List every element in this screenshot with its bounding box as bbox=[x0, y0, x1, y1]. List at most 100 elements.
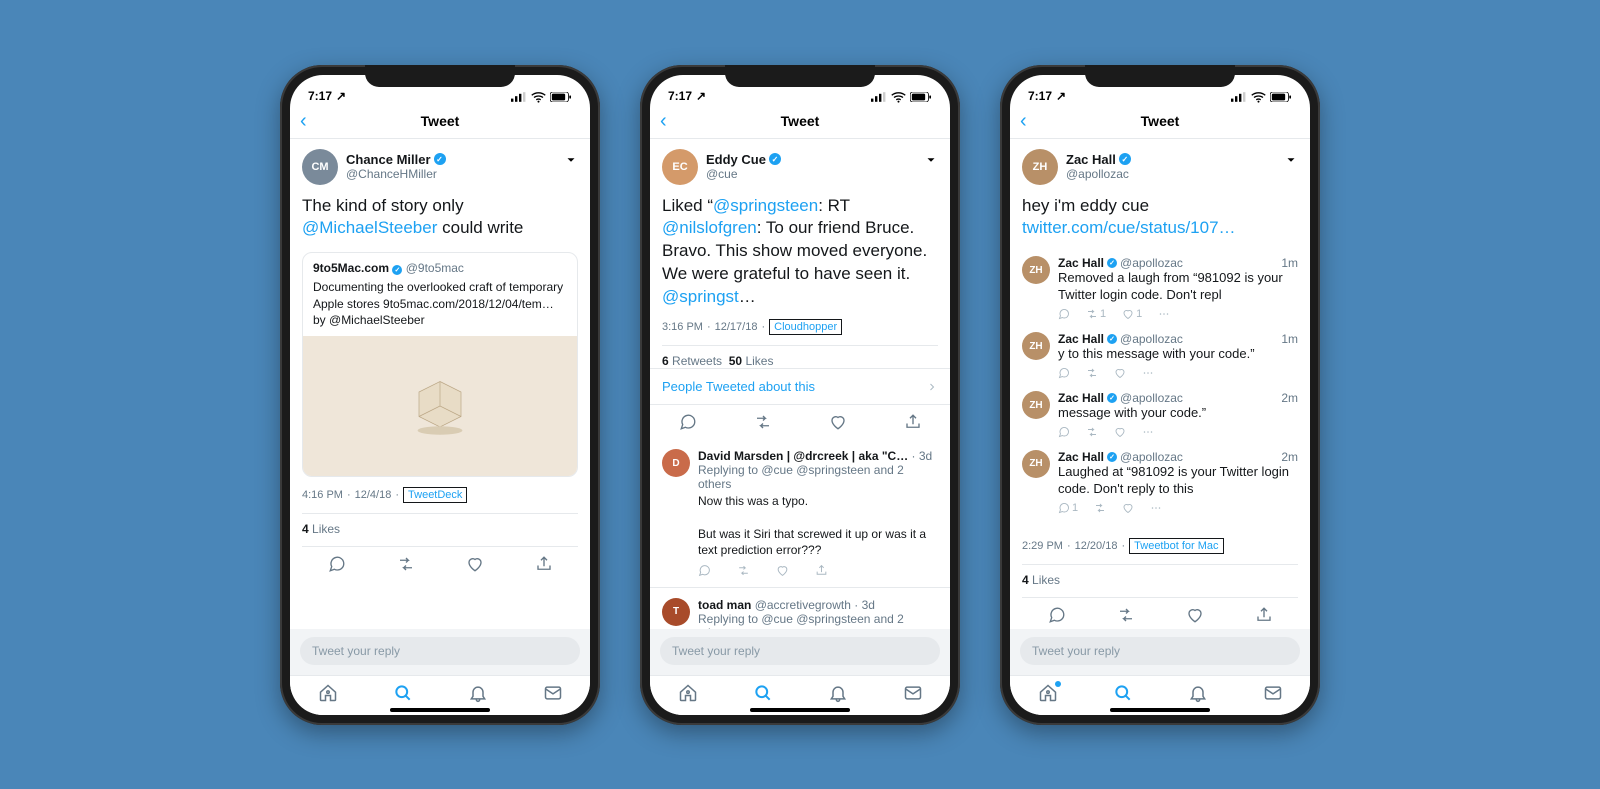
thread-reply[interactable]: ZH Zac Hall✓@apollozac2m message with yo… bbox=[1022, 385, 1298, 444]
reply-input[interactable]: Tweet your reply bbox=[1020, 637, 1300, 665]
verified-badge-icon: ✓ bbox=[769, 153, 781, 165]
retweet-icon[interactable] bbox=[737, 564, 750, 577]
tab-notifications[interactable] bbox=[828, 683, 848, 708]
home-indicator[interactable] bbox=[750, 708, 850, 712]
home-indicator[interactable] bbox=[1110, 708, 1210, 712]
reply-icon[interactable] bbox=[328, 555, 346, 573]
verified-badge-icon: ✓ bbox=[1119, 153, 1131, 165]
thread-reply[interactable]: ZH Zac Hall✓@apollozac1m y to this messa… bbox=[1022, 326, 1298, 385]
mention-link[interactable]: @MichaelSteeber bbox=[302, 218, 437, 237]
quoted-author-name: 9to5Mac.com bbox=[313, 261, 389, 275]
tab-home[interactable] bbox=[1038, 683, 1058, 708]
share-icon[interactable] bbox=[815, 564, 828, 577]
phone-mockup-1: 7:17↗ ‹ Tweet CM Chance Miller✓ @ChanceH… bbox=[280, 65, 600, 725]
tweet-stats[interactable]: 4 Likes bbox=[1022, 573, 1298, 587]
tweet-author[interactable]: EC Eddy Cue✓ @cue bbox=[662, 149, 938, 185]
tab-search[interactable] bbox=[393, 683, 413, 708]
tab-home[interactable] bbox=[678, 683, 698, 708]
mention-link[interactable]: @springst bbox=[662, 287, 739, 306]
tweet-source[interactable]: TweetDeck bbox=[403, 487, 467, 503]
tab-search[interactable] bbox=[753, 683, 773, 708]
retweet-icon[interactable] bbox=[1117, 606, 1135, 624]
url-link[interactable]: twitter.com/cue/status/107… bbox=[1022, 218, 1236, 237]
tab-home[interactable] bbox=[318, 683, 338, 708]
nav-title: Tweet bbox=[1141, 113, 1180, 129]
avatar[interactable]: ZH bbox=[1022, 149, 1058, 185]
tab-messages[interactable] bbox=[903, 683, 923, 708]
signal-icon bbox=[511, 92, 527, 102]
reply-input[interactable]: Tweet your reply bbox=[300, 637, 580, 665]
replying-to[interactable]: Replying to @cue @springsteen and 2 othe… bbox=[698, 463, 938, 491]
tweet-author[interactable]: CM Chance Miller✓ @ChanceHMiller bbox=[302, 149, 578, 185]
action-bar bbox=[650, 405, 950, 439]
chevron-down-icon[interactable] bbox=[564, 153, 578, 167]
quoted-image bbox=[303, 336, 577, 476]
replying-to[interactable]: Replying to @cue @springsteen and 2 othe… bbox=[698, 612, 938, 629]
home-indicator[interactable] bbox=[390, 708, 490, 712]
notch bbox=[365, 65, 515, 87]
retweet-icon[interactable] bbox=[397, 555, 415, 573]
retweet-icon[interactable] bbox=[754, 413, 772, 431]
reply-icon[interactable] bbox=[698, 564, 711, 577]
thread-reply[interactable]: ZH Zac Hall✓@apollozac1m Removed a laugh… bbox=[1022, 250, 1298, 326]
back-button[interactable]: ‹ bbox=[300, 110, 307, 133]
reply-body: Now this was a typo. But was it Siri tha… bbox=[698, 493, 938, 558]
verified-badge-icon: ✓ bbox=[1107, 258, 1117, 268]
reply-icon[interactable] bbox=[1048, 606, 1066, 624]
more-icon[interactable] bbox=[1158, 308, 1170, 320]
like-icon[interactable] bbox=[829, 413, 847, 431]
tweet-text: Liked “@springsteen: RT @nilslofgren: To… bbox=[662, 195, 938, 310]
verified-badge-icon: ✓ bbox=[392, 265, 402, 275]
mention-link[interactable]: @nilslofgren bbox=[662, 218, 757, 237]
chevron-right-icon bbox=[926, 381, 938, 393]
tweet-stats[interactable]: 4 Likes bbox=[302, 522, 578, 536]
tweet-text: hey i'm eddy cue twitter.com/cue/status/… bbox=[1022, 195, 1298, 241]
nav-title: Tweet bbox=[421, 113, 460, 129]
tweet-stats[interactable]: 6 Retweets 50 Likes bbox=[662, 354, 938, 368]
nav-title: Tweet bbox=[781, 113, 820, 129]
avatar[interactable]: D bbox=[662, 449, 690, 477]
mention-link[interactable]: @springsteen bbox=[713, 196, 818, 215]
avatar[interactable]: T bbox=[662, 598, 690, 626]
reply-icon[interactable] bbox=[679, 413, 697, 431]
reply-input[interactable]: Tweet your reply bbox=[660, 637, 940, 665]
tweet-meta: 3:16 PM · 12/17/18 · Cloudhopper bbox=[662, 319, 938, 335]
avatar[interactable]: CM bbox=[302, 149, 338, 185]
back-button[interactable]: ‹ bbox=[1020, 110, 1027, 133]
notch bbox=[725, 65, 875, 87]
avatar[interactable]: EC bbox=[662, 149, 698, 185]
like-icon[interactable] bbox=[466, 555, 484, 573]
action-bar bbox=[302, 547, 578, 581]
tab-messages[interactable] bbox=[1263, 683, 1283, 708]
avatar[interactable]: ZH bbox=[1022, 256, 1050, 284]
people-tweeted-link[interactable]: People Tweeted about this bbox=[650, 368, 950, 405]
like-icon[interactable] bbox=[1186, 606, 1204, 624]
share-icon[interactable] bbox=[904, 413, 922, 431]
tab-notifications[interactable] bbox=[1188, 683, 1208, 708]
wifi-icon bbox=[531, 92, 546, 103]
nav-header: ‹ Tweet bbox=[290, 105, 590, 139]
thread-reply[interactable]: ZH Zac Hall✓@apollozac2m Laughed at “981… bbox=[1022, 444, 1298, 520]
retweet-icon[interactable] bbox=[1086, 308, 1098, 320]
like-icon[interactable] bbox=[776, 564, 789, 577]
share-icon[interactable] bbox=[535, 555, 553, 573]
battery-icon bbox=[550, 92, 572, 102]
quoted-tweet[interactable]: 9to5Mac.com ✓ @9to5mac Documenting the o… bbox=[302, 252, 578, 477]
reply-icon[interactable] bbox=[1058, 308, 1070, 320]
chevron-down-icon[interactable] bbox=[1284, 153, 1298, 167]
back-button[interactable]: ‹ bbox=[660, 110, 667, 133]
tab-messages[interactable] bbox=[543, 683, 563, 708]
like-icon[interactable] bbox=[1122, 308, 1134, 320]
chevron-down-icon[interactable] bbox=[924, 153, 938, 167]
reply-item[interactable]: D David Marsden | @drcreek | aka "C… · 3… bbox=[650, 439, 950, 588]
tweet-source[interactable]: Cloudhopper bbox=[769, 319, 842, 335]
reply-item[interactable]: T toad man @accretivegrowth · 3d Replyin… bbox=[650, 588, 950, 629]
tab-search[interactable] bbox=[1113, 683, 1133, 708]
status-time: 7:17 bbox=[308, 89, 332, 103]
tweet-source[interactable]: Tweetbot for Mac bbox=[1129, 538, 1223, 554]
tweet-text: The kind of story only @MichaelSteeber c… bbox=[302, 195, 578, 241]
verified-badge-icon: ✓ bbox=[434, 153, 446, 165]
share-icon[interactable] bbox=[1255, 606, 1273, 624]
tab-notifications[interactable] bbox=[468, 683, 488, 708]
tweet-author[interactable]: ZH Zac Hall✓ @apollozac bbox=[1022, 149, 1298, 185]
